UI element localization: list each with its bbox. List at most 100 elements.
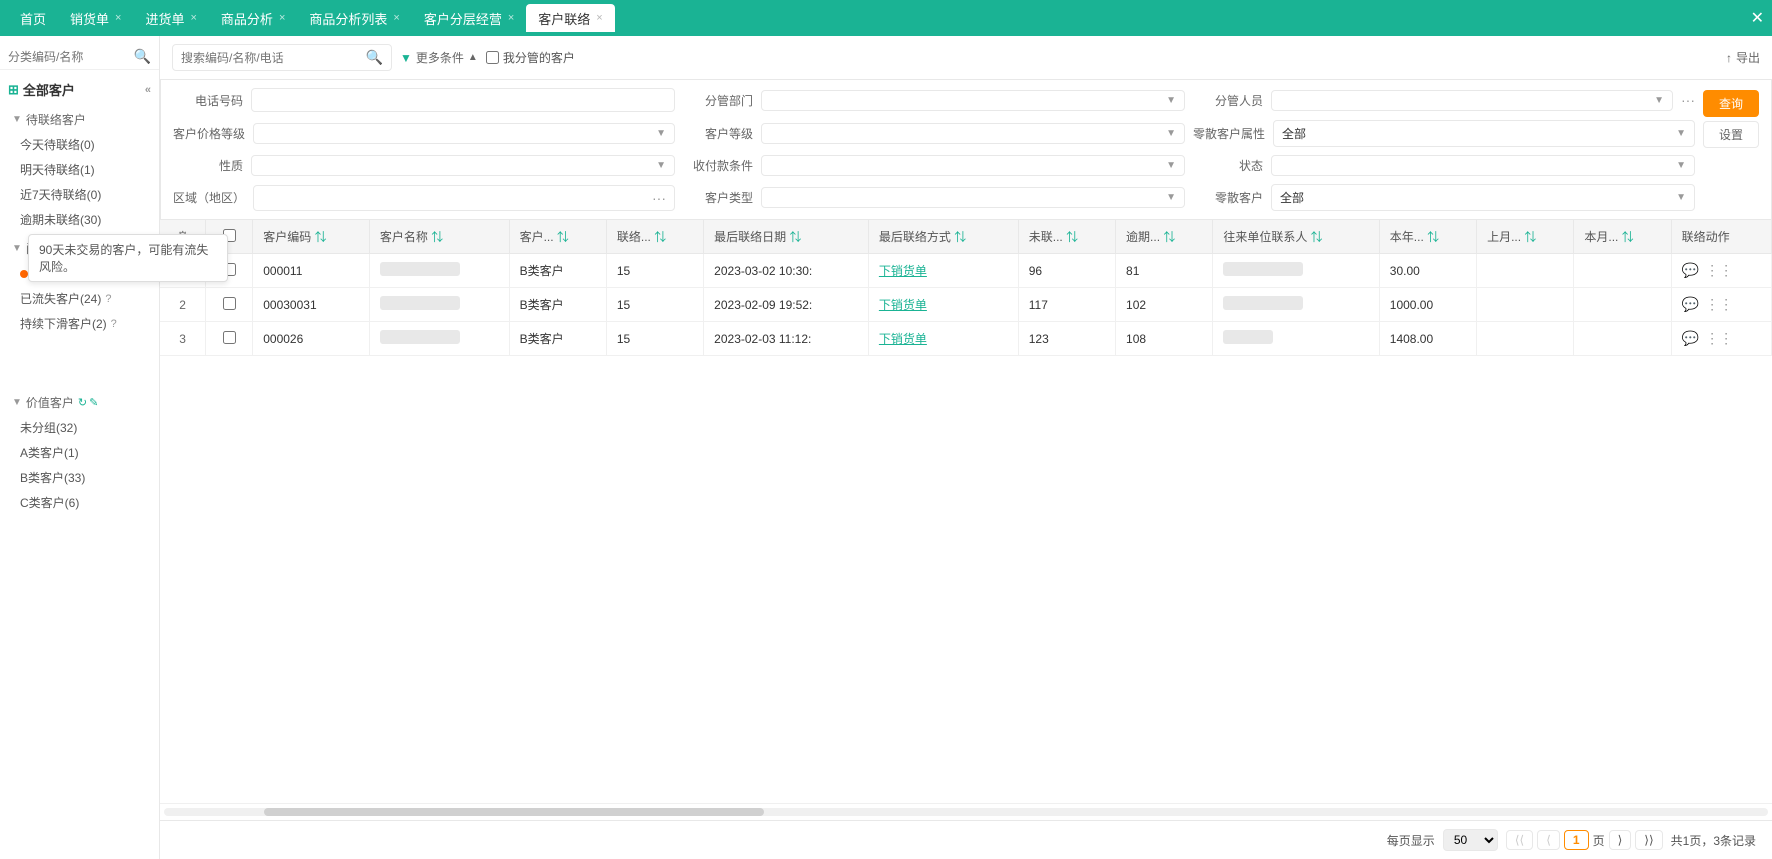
filter-status-select[interactable]: ▼ — [1271, 155, 1695, 176]
tab-customer-segment[interactable]: 客户分层经营 × — [412, 4, 526, 32]
last-page-button[interactable]: ⟩⟩ — [1635, 830, 1662, 850]
tab-purchase-close[interactable]: × — [190, 12, 196, 24]
tab-customer-contact[interactable]: 客户联络 × — [526, 4, 614, 32]
tab-product-list-close[interactable]: × — [393, 12, 399, 24]
sidebar-item-class-b[interactable]: B类客户(33) — [0, 465, 159, 490]
filter-toggle[interactable]: ▼ 更多条件 ▲ — [400, 49, 478, 66]
action-more-1[interactable]: ⋮⋮ — [1705, 262, 1733, 279]
filter-person: 分管人员 ▼ ··· — [1193, 90, 1695, 111]
sidebar-item-declining[interactable]: 持续下滑客户(2) ? — [0, 311, 159, 336]
tab-sales-close[interactable]: × — [115, 12, 121, 24]
row-this-month-2 — [1574, 288, 1671, 322]
tab-bar: 首页 销货单 × 进货单 × 商品分析 × 商品分析列表 × 客户分层经营 × … — [0, 0, 1772, 36]
action-chat-3[interactable]: 💬 — [1682, 330, 1699, 347]
sort-icon10[interactable]: ⇅ — [1427, 230, 1439, 244]
export-icon: ↑ — [1726, 51, 1732, 65]
region-dots-icon[interactable]: ··· — [652, 190, 666, 206]
filter-retail-attr-select[interactable]: 全部▼ — [1273, 120, 1695, 147]
sidebar-item-ungrouped[interactable]: 未分组(32) — [0, 415, 159, 440]
row-contact-3: 15 — [606, 322, 703, 356]
sort-icon7[interactable]: ⇅ — [1066, 230, 1078, 244]
export-button[interactable]: ↑ 导出 — [1726, 49, 1760, 66]
sidebar-collapse-btn[interactable]: « — [145, 84, 151, 96]
tab-home[interactable]: 首页 — [8, 4, 58, 32]
tab-sales-label: 销货单 — [70, 9, 109, 28]
filter-retail-select[interactable]: 全部▼ — [1271, 184, 1695, 211]
chevron-down-icon10: ▼ — [1676, 192, 1686, 203]
prev-page-button[interactable]: ⟨ — [1537, 830, 1560, 850]
window-close-button[interactable]: ✕ — [1751, 8, 1764, 28]
sidebar-item-class-a[interactable]: A类客户(1) — [0, 440, 159, 465]
action-more-3[interactable]: ⋮⋮ — [1705, 330, 1733, 347]
sidebar-item-churned[interactable]: 已流失客户(24) ? — [0, 286, 159, 311]
sidebar-item-7days[interactable]: 近7天待联络(0) — [0, 182, 159, 207]
first-page-button[interactable]: ⟨⟨ — [1506, 830, 1533, 850]
tab-customer-contact-close[interactable]: × — [596, 12, 602, 24]
sidebar-item-tomorrow[interactable]: 明天待联络(1) — [0, 157, 159, 182]
filter-customer-type-select[interactable]: ▼ — [761, 187, 1185, 208]
sidebar-search-input[interactable] — [8, 50, 134, 64]
sort-icon3[interactable]: ⇅ — [557, 230, 569, 244]
my-customers-checkbox[interactable] — [486, 51, 499, 64]
row-select-3[interactable] — [223, 331, 236, 344]
sidebar-item-today[interactable]: 今天待联络(0) — [0, 132, 159, 157]
row-date-2: 2023-02-09 19:52: — [704, 288, 869, 322]
blurred-person-3 — [1223, 330, 1273, 344]
tab-product-list[interactable]: 商品分析列表 × — [297, 4, 411, 32]
pending-group-label: 待联络客户 — [26, 111, 86, 128]
sort-icon8[interactable]: ⇅ — [1163, 230, 1175, 244]
sort-icon[interactable]: ⇅ — [315, 230, 327, 244]
sidebar-group-value-title[interactable]: ▼ 价值客户 ↻ ✎ — [0, 390, 159, 415]
toolbar-search-icon[interactable]: 🔍 — [366, 49, 383, 66]
action-chat-2[interactable]: 💬 — [1682, 296, 1699, 313]
horizontal-scrollbar[interactable] — [160, 803, 1772, 820]
filter-status: 状态 ▼ — [1193, 155, 1695, 176]
query-button[interactable]: 查询 — [1703, 90, 1759, 117]
scroll-thumb[interactable] — [264, 808, 764, 816]
tab-product-analysis-close[interactable]: × — [279, 12, 285, 24]
per-page-select[interactable]: 50 100 200 — [1443, 829, 1498, 851]
sidebar-item-overdue-contact[interactable]: 逾期未联络(30) — [0, 207, 159, 232]
sidebar-search-icon: 🔍 — [134, 48, 151, 65]
toolbar-search-input[interactable] — [181, 51, 362, 65]
row-select-2[interactable] — [223, 297, 236, 310]
filter-payment-select[interactable]: ▼ — [761, 155, 1185, 176]
method-link-2[interactable]: 下销货单 — [879, 298, 927, 312]
filter-customer-level-select[interactable]: ▼ — [761, 123, 1185, 144]
action-chat-1[interactable]: 💬 — [1682, 262, 1699, 279]
filter-customer-type-label: 客户类型 — [683, 189, 753, 206]
filter-phone-input[interactable] — [251, 88, 675, 112]
filter-nature-select[interactable]: ▼ — [251, 155, 675, 176]
sort-icon12[interactable]: ⇅ — [1622, 230, 1634, 244]
filter-dept-select[interactable]: ▼ — [761, 90, 1185, 111]
sort-icon2[interactable]: ⇅ — [431, 230, 443, 244]
filter-price-level-select[interactable]: ▼ — [253, 123, 675, 144]
edit-icon[interactable]: ✎ — [89, 396, 98, 409]
sort-icon6[interactable]: ⇅ — [954, 230, 966, 244]
filter-person-select[interactable]: ▼ — [1271, 90, 1673, 111]
method-link-1[interactable]: 下销货单 — [879, 264, 927, 278]
churn-tooltip: 90天未交易的客户，可能有流失风险。 — [28, 234, 160, 282]
filter-dots-1[interactable]: ··· — [1681, 92, 1695, 108]
method-link-3[interactable]: 下销货单 — [879, 332, 927, 346]
row-overdue-2: 102 — [1116, 288, 1213, 322]
sidebar-item-class-c[interactable]: C类客户(6) — [0, 490, 159, 515]
sort-icon5[interactable]: ⇅ — [790, 230, 802, 244]
sort-icon11[interactable]: ⇅ — [1524, 230, 1536, 244]
refresh-icon[interactable]: ↻ — [78, 396, 87, 409]
filter-region-select[interactable]: ··· — [253, 185, 675, 211]
sidebar-all-customers[interactable]: ⊞ 全部客户 « — [0, 74, 159, 105]
tab-purchase[interactable]: 进货单 × — [133, 4, 208, 32]
sidebar-group-pending-title[interactable]: ▼ 待联络客户 — [0, 107, 159, 132]
tab-product-analysis[interactable]: 商品分析 × — [209, 4, 297, 32]
sort-icon4[interactable]: ⇅ — [654, 230, 666, 244]
filter-customer-level: 客户等级 ▼ — [683, 123, 1185, 144]
sort-icon9[interactable]: ⇅ — [1311, 230, 1323, 244]
setting-button[interactable]: 设置 — [1703, 121, 1759, 148]
next-page-button[interactable]: ⟩ — [1609, 830, 1632, 850]
scroll-track[interactable] — [164, 808, 1768, 816]
tab-sales[interactable]: 销货单 × — [58, 4, 133, 32]
row-last-month-1 — [1477, 254, 1574, 288]
tab-customer-segment-close[interactable]: × — [508, 12, 514, 24]
action-more-2[interactable]: ⋮⋮ — [1705, 296, 1733, 313]
